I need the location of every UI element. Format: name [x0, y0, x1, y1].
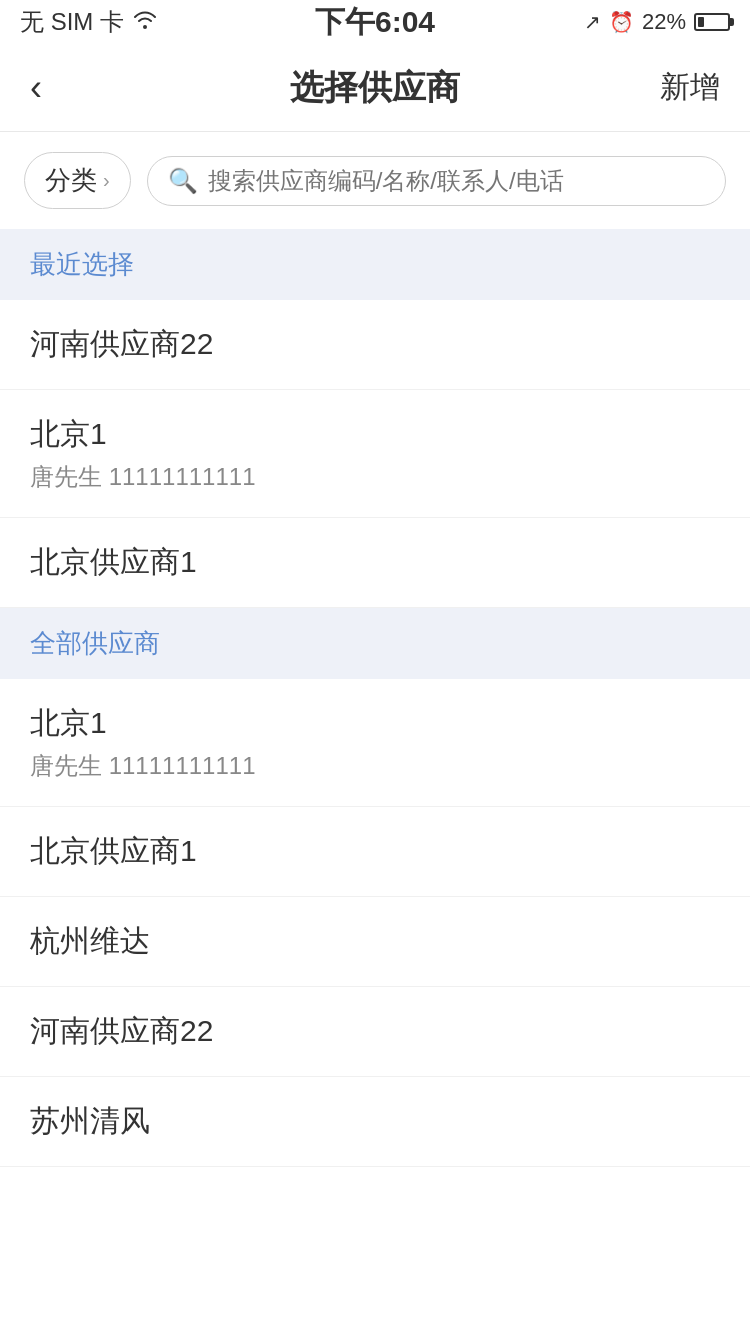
filter-row: 分类 › 🔍 — [0, 132, 750, 229]
status-left: 无 SIM 卡 — [20, 6, 158, 38]
status-bar: 无 SIM 卡 下午6:04 ↗ ⏰ 22% — [0, 0, 750, 44]
recent-list-item[interactable]: 北京供应商1 — [0, 518, 750, 608]
alarm-icon: ⏰ — [609, 10, 634, 34]
all-list-item[interactable]: 杭州维达 — [0, 897, 750, 987]
all-list-item[interactable]: 苏州清风 — [0, 1077, 750, 1167]
recent-section-header: 最近选择 — [0, 229, 750, 300]
item-name: 北京1 — [30, 414, 720, 455]
item-sub: 唐先生 11111111111 — [30, 750, 720, 782]
item-name: 北京1 — [30, 703, 720, 744]
battery-percent: 22% — [642, 9, 686, 35]
wifi-icon — [132, 8, 158, 36]
all-list-item[interactable]: 北京供应商1 — [0, 807, 750, 897]
status-time: 下午6:04 — [315, 2, 435, 43]
all-section-label: 全部供应商 — [30, 628, 160, 658]
item-name: 北京供应商1 — [30, 831, 720, 872]
search-icon: 🔍 — [168, 167, 198, 195]
status-right: ↗ ⏰ 22% — [584, 9, 730, 35]
sim-text: 无 SIM 卡 — [20, 6, 124, 38]
nav-bar: ‹ 选择供应商 新增 — [0, 44, 750, 132]
recent-list-item[interactable]: 河南供应商22 — [0, 300, 750, 390]
search-input[interactable] — [208, 167, 705, 195]
page-title: 选择供应商 — [290, 65, 460, 111]
item-name: 河南供应商22 — [30, 324, 720, 365]
all-items-list: 北京1 唐先生 11111111111 北京供应商1 杭州维达 河南供应商22 … — [0, 679, 750, 1167]
item-name: 杭州维达 — [30, 921, 720, 962]
all-section-header: 全部供应商 — [0, 608, 750, 679]
all-list-item[interactable]: 北京1 唐先生 11111111111 — [0, 679, 750, 807]
item-name: 苏州清风 — [30, 1101, 720, 1142]
item-name: 北京供应商1 — [30, 542, 720, 583]
back-button[interactable]: ‹ — [30, 67, 90, 109]
item-sub: 唐先生 11111111111 — [30, 461, 720, 493]
item-name: 河南供应商22 — [30, 1011, 720, 1052]
location-icon: ↗ — [584, 10, 601, 34]
recent-list-item[interactable]: 北京1 唐先生 11111111111 — [0, 390, 750, 518]
battery-icon — [694, 13, 730, 31]
add-button[interactable]: 新增 — [660, 67, 720, 108]
category-button[interactable]: 分类 › — [24, 152, 131, 209]
chevron-right-icon: › — [103, 169, 110, 192]
recent-section-label: 最近选择 — [30, 249, 134, 279]
recent-items-list: 河南供应商22 北京1 唐先生 11111111111 北京供应商1 — [0, 300, 750, 608]
all-list-item[interactable]: 河南供应商22 — [0, 987, 750, 1077]
category-label: 分类 — [45, 163, 97, 198]
search-box[interactable]: 🔍 — [147, 156, 726, 206]
